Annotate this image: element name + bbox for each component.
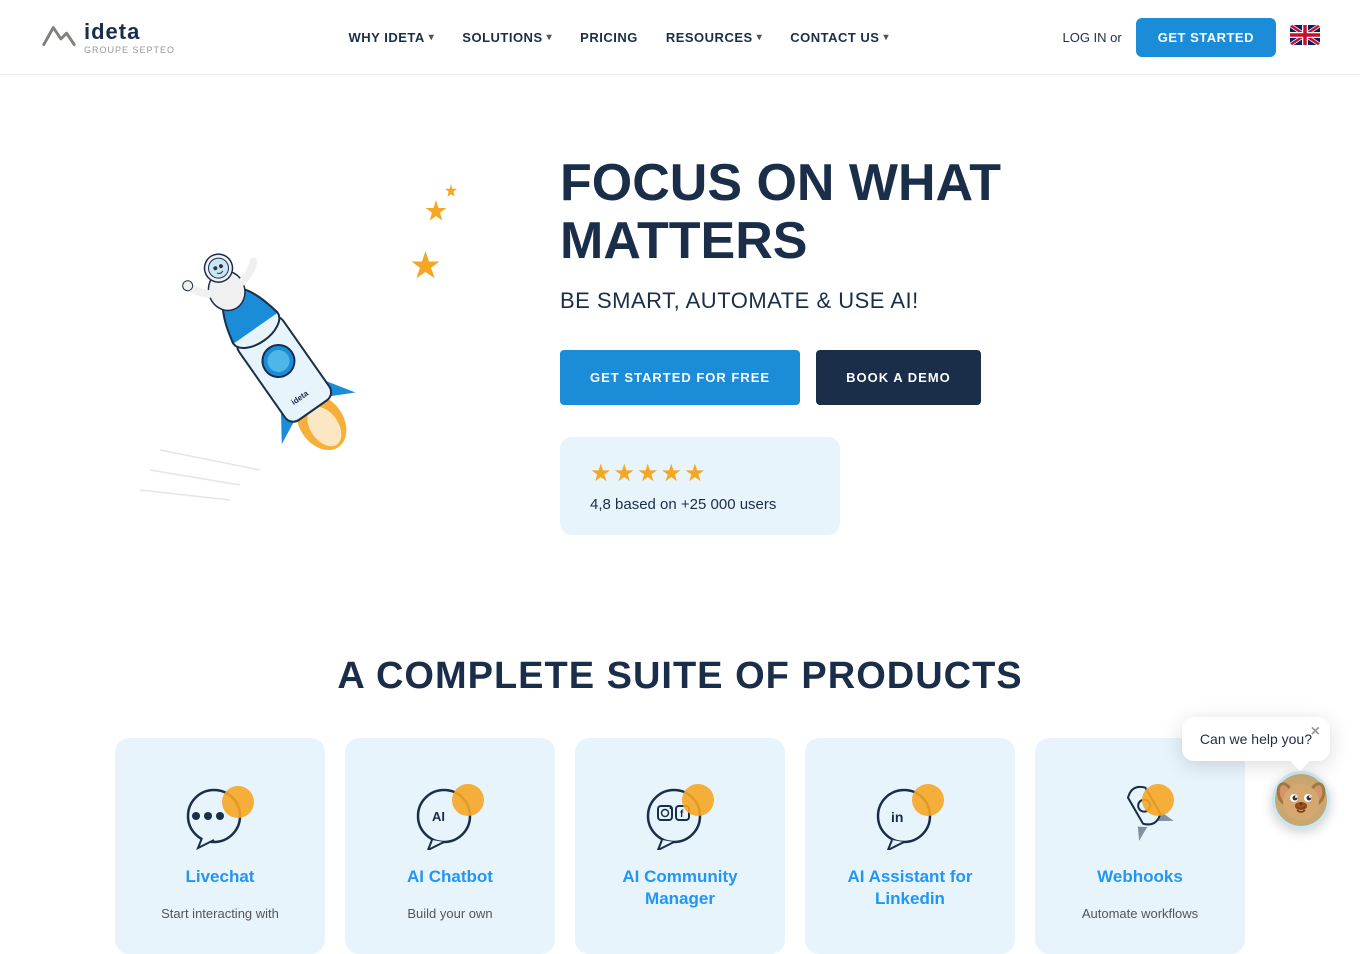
chat-close-button[interactable]: × — [1311, 723, 1320, 741]
chevron-down-icon: ▾ — [547, 32, 553, 43]
chat-widget: × Can we help you? — [1182, 717, 1330, 829]
hero-content: FOCUS ON WHAT MATTERS BE SMART, AUTOMATE… — [520, 155, 1260, 534]
svg-text:f: f — [680, 809, 684, 820]
navbar: ideta GROUPE SEPTEO WHY IDETA ▾ SOLUTION… — [0, 0, 1360, 75]
get-started-button[interactable]: GET STARTED — [1136, 18, 1276, 57]
chevron-down-icon: ▾ — [757, 32, 763, 43]
chatbot-name: AI Chatbot — [407, 866, 493, 888]
language-flag[interactable] — [1290, 25, 1320, 50]
logo-text: ideta — [84, 19, 175, 45]
community-icon: f — [644, 778, 716, 850]
logo-sub: GROUPE SEPTEO — [84, 45, 175, 55]
nav-links: WHY IDETA ▾ SOLUTIONS ▾ PRICING RESOURCE… — [349, 30, 890, 45]
nav-why-ideta[interactable]: WHY IDETA ▾ — [349, 30, 435, 45]
product-card-community[interactable]: f AI Community Manager — [575, 738, 785, 954]
logo[interactable]: ideta GROUPE SEPTEO — [40, 18, 175, 56]
product-card-chatbot[interactable]: AI AI Chatbot Build your own — [345, 738, 555, 954]
chat-message: Can we help you? — [1200, 731, 1312, 747]
livechat-desc: Start interacting with — [161, 904, 279, 924]
webhooks-desc: Automate workflows — [1082, 904, 1198, 924]
linkedin-icon: in — [874, 778, 946, 850]
livechat-icon — [184, 778, 256, 850]
nav-pricing[interactable]: PRICING — [580, 30, 638, 45]
nav-solutions[interactable]: SOLUTIONS ▾ — [462, 30, 552, 45]
get-started-free-button[interactable]: GET STARTED FOR FREE — [560, 350, 800, 405]
chevron-down-icon: ▾ — [429, 32, 435, 43]
webhooks-name: Webhooks — [1097, 866, 1183, 888]
webhooks-icon — [1104, 778, 1176, 850]
products-title: A COMPLETE SUITE OF PRODUCTS — [60, 655, 1300, 698]
hero-subtitle: BE SMART, AUTOMATE & USE AI! — [560, 288, 1260, 314]
chat-avatar[interactable] — [1272, 771, 1330, 829]
linkedin-name: AI Assistant for Linkedin — [829, 866, 991, 910]
product-card-livechat[interactable]: Livechat Start interacting with — [115, 738, 325, 954]
chatbot-desc: Build your own — [407, 904, 492, 924]
hero-title: FOCUS ON WHAT MATTERS — [560, 155, 1260, 269]
book-demo-button[interactable]: BOOK A DEMO — [816, 350, 981, 405]
chat-bubble: × Can we help you? — [1182, 717, 1330, 761]
rating-card: ★★★★★ 4,8 based on +25 000 users — [560, 437, 840, 535]
livechat-name: Livechat — [186, 866, 255, 888]
products-grid: Livechat Start interacting with AI AI Ch… — [60, 738, 1300, 954]
rating-text: 4,8 based on +25 000 users — [590, 496, 810, 513]
products-section: A COMPLETE SUITE OF PRODUCTS Livechat St… — [0, 595, 1360, 954]
hero-illustration: ideta — [100, 160, 520, 530]
svg-text:in: in — [891, 809, 903, 825]
hero-section: ideta — [0, 75, 1360, 595]
svg-text:AI: AI — [432, 809, 445, 824]
star-icons: ★★★★★ — [590, 459, 810, 488]
nav-resources[interactable]: RESOURCES ▾ — [666, 30, 762, 45]
nav-contact-us[interactable]: CONTACT US ▾ — [790, 30, 889, 45]
community-name: AI Community Manager — [599, 866, 761, 910]
login-text[interactable]: LOG IN or — [1062, 30, 1121, 45]
chevron-down-icon: ▾ — [883, 32, 889, 43]
product-card-linkedin[interactable]: in AI Assistant for Linkedin — [805, 738, 1015, 954]
nav-right: LOG IN or GET STARTED — [1062, 18, 1320, 57]
hero-buttons: GET STARTED FOR FREE BOOK A DEMO — [560, 350, 1260, 405]
chatbot-icon: AI — [414, 778, 486, 850]
